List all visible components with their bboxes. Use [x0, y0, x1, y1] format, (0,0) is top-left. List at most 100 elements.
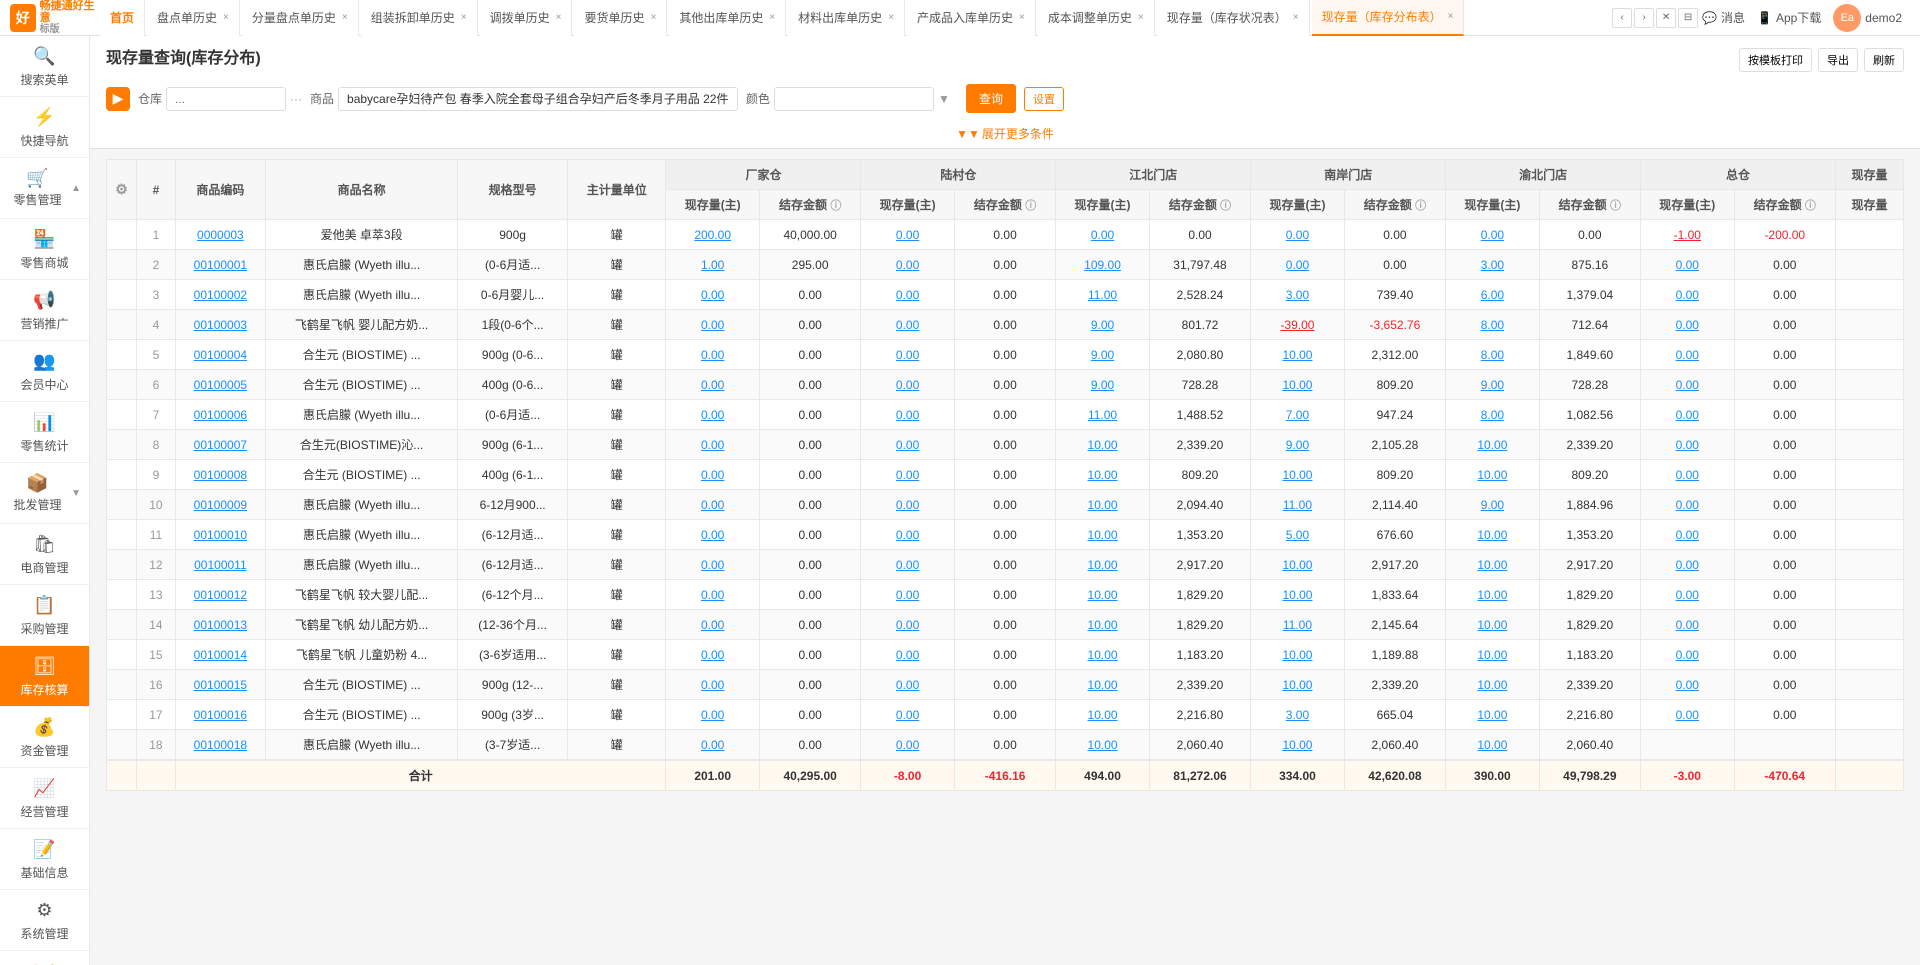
row-n-qty[interactable]: 9.00	[1251, 430, 1344, 460]
row-total-qty[interactable]: 0.00	[1641, 430, 1734, 460]
tab-7-close[interactable]: ×	[888, 12, 894, 23]
tab-8[interactable]: 产成品入库单历史 ×	[907, 0, 1036, 36]
row-n-qty[interactable]: 3.00	[1251, 700, 1344, 730]
row-l-qty[interactable]: 0.00	[861, 370, 954, 400]
row-y-qty[interactable]: 9.00	[1446, 490, 1539, 520]
row-l-qty[interactable]: 0.00	[861, 460, 954, 490]
row-code[interactable]: 00100001	[175, 250, 265, 280]
row-total-qty[interactable]: 0.00	[1641, 280, 1734, 310]
row-total-qty[interactable]: 0.00	[1641, 340, 1734, 370]
sidebar-item-retail-stat[interactable]: 📊 零售统计	[0, 402, 89, 463]
row-f-qty[interactable]: 0.00	[666, 490, 759, 520]
tab-11-close[interactable]: ×	[1448, 11, 1454, 22]
row-f-qty[interactable]: 0.00	[666, 610, 759, 640]
print-button[interactable]: 按模板打印	[1739, 48, 1812, 72]
row-j-qty[interactable]: 11.00	[1056, 280, 1149, 310]
row-l-qty[interactable]: 0.00	[861, 430, 954, 460]
row-l-qty[interactable]: 0.00	[861, 280, 954, 310]
sidebar-item-retail-shop[interactable]: 🏪 零售商城	[0, 219, 89, 280]
row-n-qty[interactable]: 0.00	[1251, 220, 1344, 250]
sidebar-item-ecommerce[interactable]: 🛍 电商管理	[0, 524, 89, 585]
row-total-qty[interactable]: 0.00	[1641, 550, 1734, 580]
row-f-qty[interactable]: 0.00	[666, 670, 759, 700]
row-code[interactable]: 00100013	[175, 610, 265, 640]
row-total-qty[interactable]: 0.00	[1641, 640, 1734, 670]
tab-3-close[interactable]: ×	[461, 12, 467, 23]
app-download-button[interactable]: 📱 App下载	[1757, 9, 1821, 26]
row-y-qty[interactable]: 8.00	[1446, 340, 1539, 370]
row-total-qty[interactable]: 0.00	[1641, 700, 1734, 730]
row-j-qty[interactable]: 10.00	[1056, 430, 1149, 460]
row-l-qty[interactable]: 0.00	[861, 670, 954, 700]
sidebar-item-nav[interactable]: ⚡ 快捷导航	[0, 97, 89, 158]
sidebar-item-finance[interactable]: 💰 资金管理	[0, 707, 89, 768]
row-y-qty[interactable]: 8.00	[1446, 310, 1539, 340]
row-code[interactable]: 00100012	[175, 580, 265, 610]
row-n-qty[interactable]: 10.00	[1251, 670, 1344, 700]
row-n-qty[interactable]: 11.00	[1251, 490, 1344, 520]
tab-9-close[interactable]: ×	[1138, 12, 1144, 23]
row-j-qty[interactable]: 10.00	[1056, 700, 1149, 730]
row-f-qty[interactable]: 0.00	[666, 340, 759, 370]
row-f-qty[interactable]: 0.00	[666, 310, 759, 340]
row-j-qty[interactable]: 10.00	[1056, 550, 1149, 580]
row-y-qty[interactable]: 10.00	[1446, 700, 1539, 730]
row-y-qty[interactable]: 10.00	[1446, 430, 1539, 460]
row-total-qty[interactable]	[1641, 730, 1734, 761]
row-code[interactable]: 00100010	[175, 520, 265, 550]
row-l-qty[interactable]: 0.00	[861, 730, 954, 761]
row-y-qty[interactable]: 10.00	[1446, 580, 1539, 610]
row-y-qty[interactable]: 10.00	[1446, 520, 1539, 550]
sidebar-item-base[interactable]: 📝 基础信息	[0, 829, 89, 890]
row-n-qty[interactable]: 10.00	[1251, 640, 1344, 670]
tab-8-close[interactable]: ×	[1019, 12, 1025, 23]
row-j-qty[interactable]: 10.00	[1056, 460, 1149, 490]
tab-7[interactable]: 材料出库单历史 ×	[788, 0, 905, 36]
row-j-qty[interactable]: 9.00	[1056, 370, 1149, 400]
row-j-qty[interactable]: 9.00	[1056, 340, 1149, 370]
row-code[interactable]: 00100003	[175, 310, 265, 340]
row-f-qty[interactable]: 0.00	[666, 460, 759, 490]
row-y-qty[interactable]: 0.00	[1446, 220, 1539, 250]
row-y-qty[interactable]: 9.00	[1446, 370, 1539, 400]
row-n-qty[interactable]: 10.00	[1251, 370, 1344, 400]
row-f-qty[interactable]: 0.00	[666, 430, 759, 460]
row-j-qty[interactable]: 0.00	[1056, 220, 1149, 250]
row-l-qty[interactable]: 0.00	[861, 310, 954, 340]
row-total-qty[interactable]: 0.00	[1641, 400, 1734, 430]
info-icon-2[interactable]: ⓘ	[1025, 200, 1036, 212]
product-input[interactable]	[338, 87, 738, 111]
row-y-qty[interactable]: 10.00	[1446, 610, 1539, 640]
sidebar-item-operations[interactable]: 📈 经营管理	[0, 768, 89, 829]
row-code[interactable]: 00100009	[175, 490, 265, 520]
row-l-qty[interactable]: 0.00	[861, 340, 954, 370]
info-icon-5[interactable]: ⓘ	[1610, 200, 1621, 212]
user-menu[interactable]: Ea demo2	[1833, 4, 1902, 32]
row-total-qty[interactable]: 0.00	[1641, 460, 1734, 490]
message-button[interactable]: 💬 消息	[1702, 9, 1745, 26]
row-total-qty[interactable]: 0.00	[1641, 250, 1734, 280]
row-n-qty[interactable]: 10.00	[1251, 580, 1344, 610]
row-total-qty[interactable]: -1.00	[1641, 220, 1734, 250]
tab-next-button[interactable]: ›	[1634, 8, 1654, 28]
row-j-qty[interactable]: 9.00	[1056, 310, 1149, 340]
row-f-qty[interactable]: 0.00	[666, 280, 759, 310]
row-l-qty[interactable]: 0.00	[861, 520, 954, 550]
row-j-qty[interactable]: 10.00	[1056, 730, 1149, 761]
query-button[interactable]: 查询	[966, 84, 1016, 113]
row-n-qty[interactable]: -39.00	[1251, 310, 1344, 340]
sidebar-item-purchase[interactable]: 📋 采购管理	[0, 585, 89, 646]
row-f-qty[interactable]: 0.00	[666, 400, 759, 430]
row-n-qty[interactable]: 5.00	[1251, 520, 1344, 550]
tab-prev-button[interactable]: ‹	[1612, 8, 1632, 28]
tab-9[interactable]: 成本调整单历史 ×	[1038, 0, 1155, 36]
row-f-qty[interactable]: 0.00	[666, 730, 759, 761]
row-f-qty[interactable]: 0.00	[666, 640, 759, 670]
tab-10-close[interactable]: ×	[1293, 12, 1299, 23]
export-button[interactable]: 导出	[1818, 48, 1858, 72]
row-code[interactable]: 0000003	[175, 220, 265, 250]
sidebar-item-system[interactable]: ⚙ 系统管理	[0, 890, 89, 951]
row-y-qty[interactable]: 3.00	[1446, 250, 1539, 280]
tab-5-close[interactable]: ×	[650, 12, 656, 23]
info-icon-6[interactable]: ⓘ	[1805, 200, 1816, 212]
